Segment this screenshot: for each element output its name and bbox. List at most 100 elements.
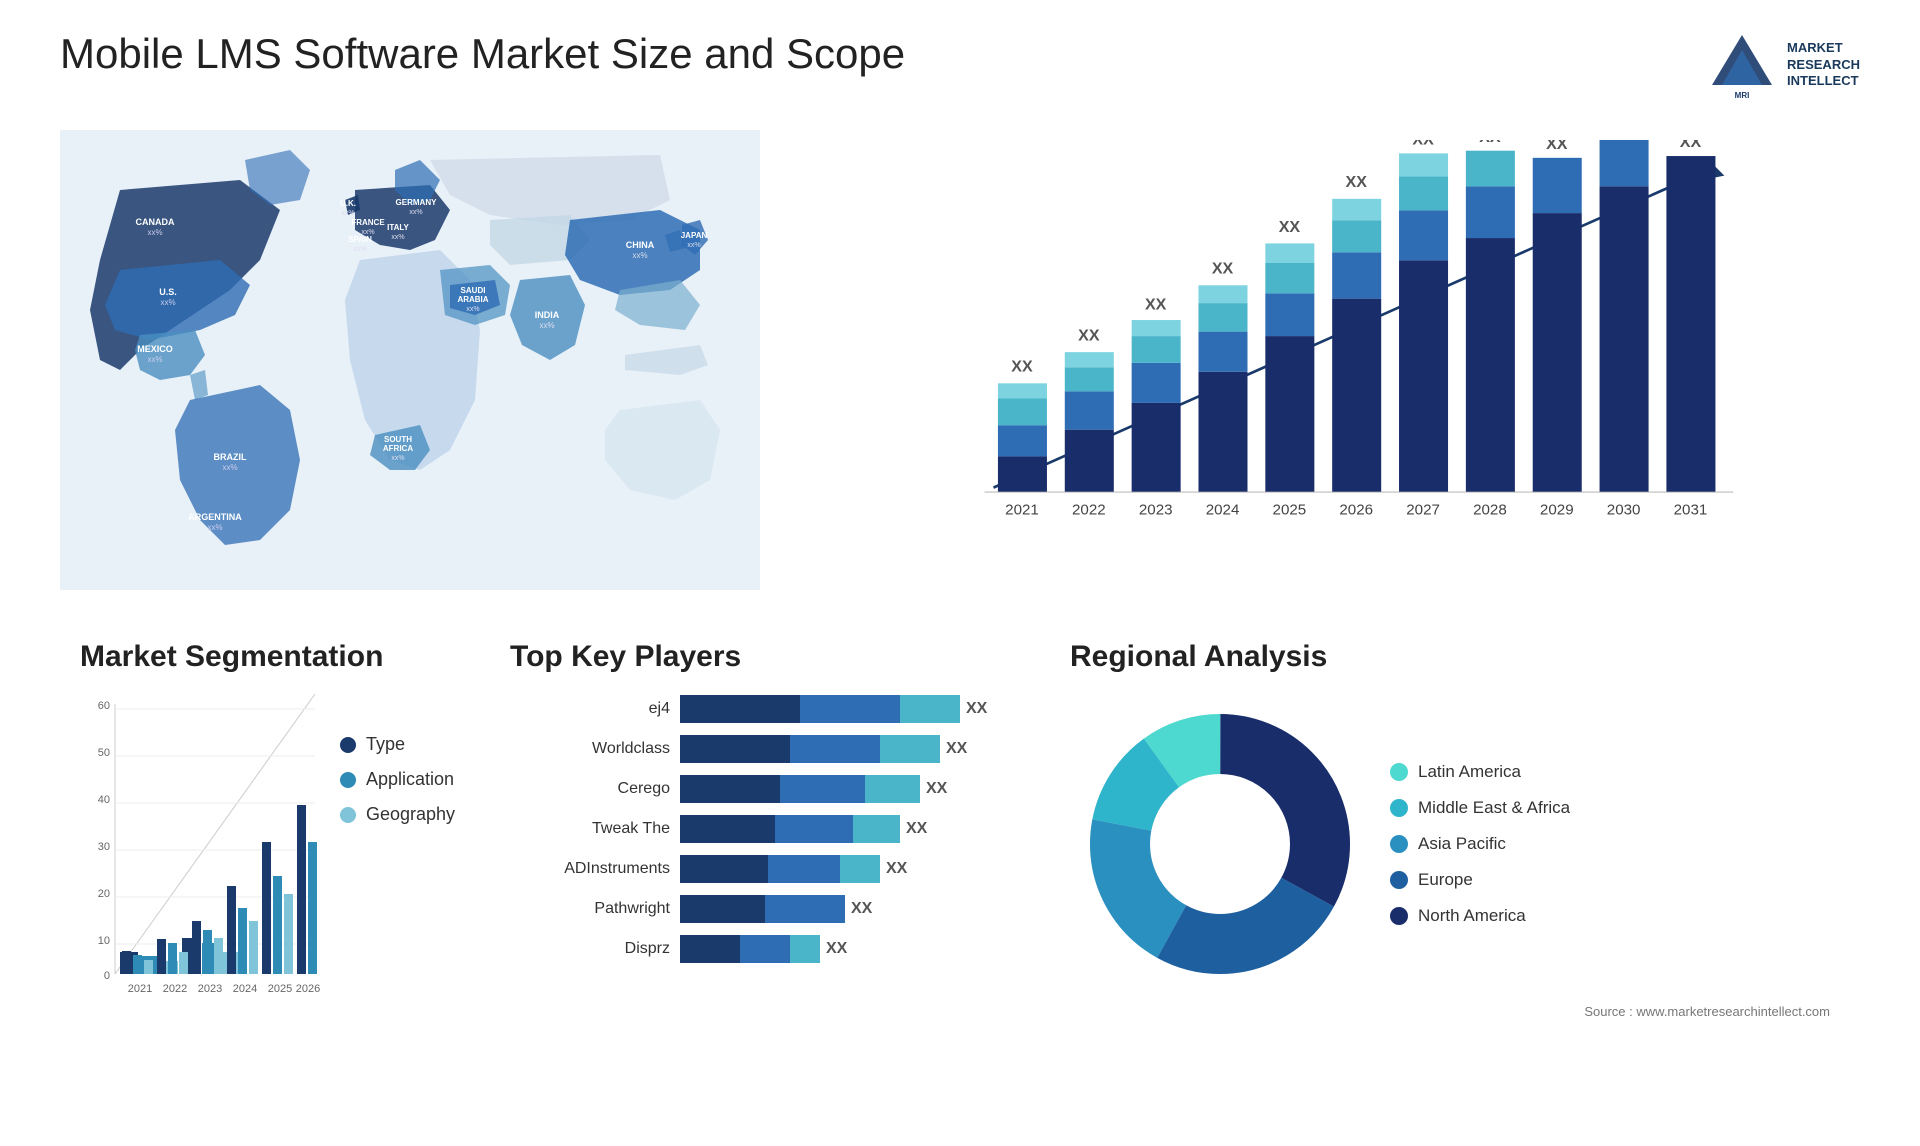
- legend-type: Type: [340, 734, 455, 755]
- svg-text:GERMANY: GERMANY: [396, 198, 438, 207]
- svg-text:2025: 2025: [268, 983, 292, 995]
- player-name-disprz: Disprz: [510, 940, 670, 958]
- svg-text:CANADA: CANADA: [136, 217, 175, 227]
- application-label: Application: [366, 769, 454, 790]
- growth-bar-chart: XX XX XX XX: [860, 140, 1840, 550]
- svg-text:XX: XX: [1212, 260, 1234, 278]
- svg-text:ARGENTINA: ARGENTINA: [188, 512, 242, 522]
- legend-geography: Geography: [340, 804, 455, 825]
- svg-text:30: 30: [98, 841, 110, 853]
- world-map: CANADA xx% U.S. xx% MEXICO xx% BRAZIL xx…: [60, 120, 760, 600]
- player-row-pathwright: Pathwright XX: [510, 894, 1010, 924]
- svg-text:xx%: xx%: [632, 251, 647, 260]
- market-segmentation: Market Segmentation 60 50 40 30 20 10 0: [60, 640, 480, 1060]
- player-xx: XX: [851, 900, 872, 918]
- player-row-adinstruments: ADInstruments XX: [510, 854, 1010, 884]
- svg-text:2025: 2025: [1273, 501, 1307, 518]
- svg-text:U.K.: U.K.: [340, 199, 356, 208]
- svg-text:2027: 2027: [1406, 501, 1440, 518]
- player-name-pathwright: Pathwright: [510, 900, 670, 918]
- key-players-title: Top Key Players: [510, 640, 1010, 674]
- reg-europe: Europe: [1390, 870, 1570, 890]
- svg-text:xx%: xx%: [687, 242, 700, 249]
- svg-text:XX: XX: [1346, 173, 1368, 191]
- svg-text:xx%: xx%: [222, 463, 237, 472]
- svg-text:10: 10: [98, 935, 110, 947]
- logo-icon: MRI: [1707, 30, 1777, 100]
- svg-text:2021: 2021: [128, 983, 152, 995]
- seg-bar-chart: 60 50 40 30 20 10 0: [80, 694, 320, 1014]
- logo: MRI MARKET RESEARCH INTELLECT: [1707, 30, 1860, 100]
- svg-text:20: 20: [98, 888, 110, 900]
- europe-label: Europe: [1418, 870, 1473, 890]
- svg-text:SOUTH: SOUTH: [384, 435, 412, 444]
- regional-title: Regional Analysis: [1070, 640, 1830, 674]
- source-text: Source : www.marketresearchintellect.com: [1070, 1004, 1830, 1019]
- reg-north-america: North America: [1390, 906, 1570, 926]
- player-name-cerego: Cerego: [510, 780, 670, 798]
- svg-text:XX: XX: [1279, 218, 1301, 236]
- application-dot: [340, 772, 356, 788]
- type-label: Type: [366, 734, 405, 755]
- player-xx: XX: [966, 700, 987, 718]
- svg-text:2021: 2021: [1005, 501, 1039, 518]
- mea-dot: [1390, 799, 1408, 817]
- page-container: Mobile LMS Software Market Size and Scop…: [0, 0, 1920, 1146]
- svg-text:AFRICA: AFRICA: [383, 444, 413, 453]
- player-name-adinstruments: ADInstruments: [510, 860, 670, 878]
- regional-analysis: Regional Analysis: [1040, 640, 1860, 1060]
- svg-text:ARABIA: ARABIA: [457, 295, 488, 304]
- geography-label: Geography: [366, 804, 455, 825]
- asia-label: Asia Pacific: [1418, 834, 1506, 854]
- svg-text:CHINA: CHINA: [626, 240, 655, 250]
- svg-text:MEXICO: MEXICO: [137, 344, 173, 354]
- europe-dot: [1390, 871, 1408, 889]
- bottom-section: Market Segmentation 60 50 40 30 20 10 0: [60, 640, 1860, 1060]
- player-xx: XX: [946, 740, 967, 758]
- svg-text:xx%: xx%: [207, 523, 222, 532]
- player-row-worldclass: Worldclass XX: [510, 734, 1010, 764]
- svg-text:2030: 2030: [1607, 501, 1641, 518]
- svg-text:xx%: xx%: [147, 228, 162, 237]
- svg-text:SAUDI: SAUDI: [461, 286, 486, 295]
- svg-text:50: 50: [98, 747, 110, 759]
- regional-legend: Latin America Middle East & Africa Asia …: [1390, 762, 1570, 926]
- svg-text:xx%: xx%: [466, 306, 479, 313]
- legend-application: Application: [340, 769, 455, 790]
- svg-text:JAPAN: JAPAN: [681, 231, 708, 240]
- type-dot: [340, 737, 356, 753]
- header: Mobile LMS Software Market Size and Scop…: [60, 30, 1860, 100]
- svg-text:2022: 2022: [1072, 501, 1106, 518]
- svg-text:40: 40: [98, 794, 110, 806]
- svg-text:60: 60: [98, 700, 110, 712]
- donut-chart: [1070, 694, 1370, 994]
- player-row-ej4: ej4 XX: [510, 694, 1010, 724]
- svg-text:xx%: xx%: [147, 355, 162, 364]
- svg-text:INDIA: INDIA: [535, 310, 560, 320]
- asia-dot: [1390, 835, 1408, 853]
- svg-text:U.S.: U.S.: [159, 287, 177, 297]
- mea-label: Middle East & Africa: [1418, 798, 1570, 818]
- map-container: CANADA xx% U.S. xx% MEXICO xx% BRAZIL xx…: [60, 120, 760, 600]
- reg-latin-america: Latin America: [1390, 762, 1570, 782]
- svg-text:xx%: xx%: [160, 298, 175, 307]
- north-america-dot: [1390, 907, 1408, 925]
- player-row-tweak: Tweak The XX: [510, 814, 1010, 844]
- svg-text:XX: XX: [1546, 140, 1568, 153]
- latin-label: Latin America: [1418, 762, 1521, 782]
- svg-text:xx%: xx%: [391, 234, 404, 241]
- player-name-ej4: ej4: [510, 700, 670, 718]
- player-xx: XX: [926, 780, 947, 798]
- player-xx: XX: [886, 860, 907, 878]
- svg-text:0: 0: [104, 970, 110, 982]
- north-america-label: North America: [1418, 906, 1526, 926]
- regional-content: Latin America Middle East & Africa Asia …: [1070, 694, 1830, 994]
- svg-text:2031: 2031: [1674, 501, 1708, 518]
- svg-text:FRANCE: FRANCE: [351, 218, 385, 227]
- player-xx: XX: [826, 940, 847, 958]
- bar-seg2: [800, 695, 900, 723]
- svg-text:xx%: xx%: [391, 455, 404, 462]
- svg-text:xx%: xx%: [353, 246, 366, 253]
- player-row-cerego: Cerego XX: [510, 774, 1010, 804]
- svg-text:2023: 2023: [198, 983, 222, 995]
